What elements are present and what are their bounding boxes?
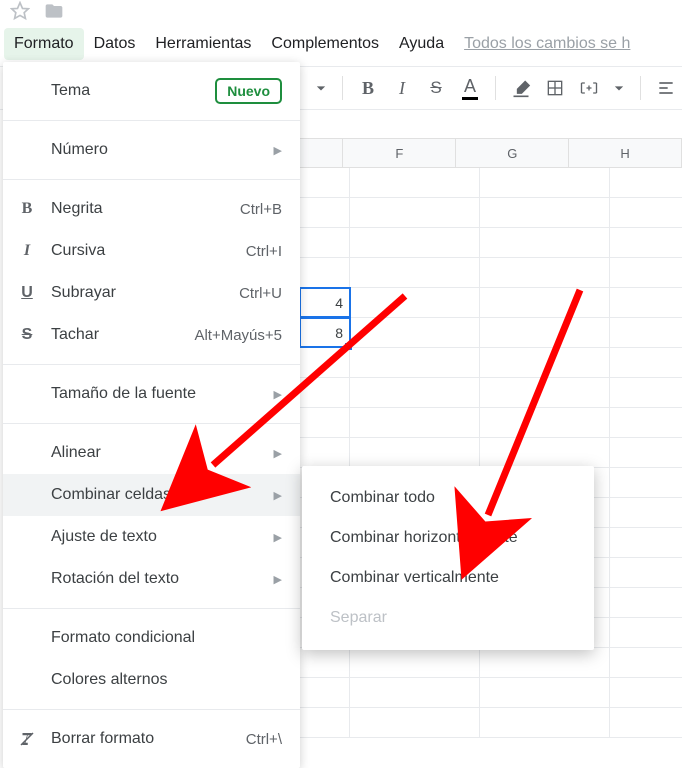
menu-item-label: Número (51, 141, 274, 159)
shortcut: Ctrl+\ (246, 731, 282, 748)
underline-icon: U (3, 284, 51, 302)
font-size-dropdown-caret[interactable] (310, 78, 332, 98)
menu-item-label: Rotación del texto (51, 570, 274, 588)
chevron-right-icon: ▶ (274, 447, 282, 460)
chevron-right-icon: ▶ (274, 388, 282, 401)
menu-rotacion-texto[interactable]: Rotación del texto ▶ (3, 558, 300, 600)
menu-item-label: Ajuste de texto (51, 528, 274, 546)
italic-icon: I (3, 242, 51, 260)
bold-icon: B (3, 200, 51, 218)
separator (342, 76, 343, 100)
menu-cursiva[interactable]: I Cursiva Ctrl+I (3, 230, 300, 272)
text-color-button[interactable]: A (455, 73, 485, 103)
new-badge: Nuevo (215, 78, 282, 104)
separator (640, 76, 641, 100)
merge-caret[interactable] (608, 78, 630, 98)
shortcut: Ctrl+U (239, 285, 282, 302)
menu-numero[interactable]: Número ▶ (3, 129, 300, 171)
menu-ayuda[interactable]: Ayuda (389, 28, 454, 60)
menu-item-label: Colores alternos (51, 671, 282, 689)
strikethrough-button[interactable]: S (421, 73, 451, 103)
menu-tema[interactable]: Tema Nuevo (3, 70, 300, 112)
menu-tam-fuente[interactable]: Tamaño de la fuente ▶ (3, 373, 300, 415)
submenu-separar: Separar (302, 598, 594, 638)
menu-complementos[interactable]: Complementos (261, 28, 389, 60)
shortcut: Ctrl+I (246, 243, 282, 260)
borders-button[interactable] (540, 73, 570, 103)
menu-alinear[interactable]: Alinear ▶ (3, 432, 300, 474)
column-header[interactable] (300, 139, 343, 167)
menu-item-label: Tema (51, 82, 215, 100)
menu-negrita[interactable]: B Negrita Ctrl+B (3, 188, 300, 230)
submenu-combinar-vertical[interactable]: Combinar verticalmente (302, 558, 594, 598)
selected-cell[interactable]: 4 (300, 288, 350, 317)
menu-datos[interactable]: Datos (84, 28, 146, 60)
clear-format-icon (3, 730, 51, 748)
column-header-f[interactable]: F (343, 139, 456, 167)
menu-tachar[interactable]: S Tachar Alt+Mayús+5 (3, 314, 300, 356)
menu-item-label: Borrar formato (51, 730, 246, 748)
menu-colores-alternos[interactable]: Colores alternos (3, 659, 300, 701)
separator (495, 76, 496, 100)
submenu-combinar-horizontal[interactable]: Combinar horizontalmente (302, 518, 594, 558)
menu-item-label: Subrayar (51, 284, 239, 302)
menu-item-label: Tachar (51, 326, 194, 344)
combine-submenu: Combinar todo Combinar horizontalmente C… (302, 466, 594, 650)
shortcut: Alt+Mayús+5 (194, 327, 282, 344)
menu-formato-condicional[interactable]: Formato condicional (3, 617, 300, 659)
menu-item-label: Alinear (51, 444, 274, 462)
merge-button[interactable] (574, 73, 604, 103)
italic-button[interactable]: I (387, 73, 417, 103)
fill-handle[interactable] (345, 343, 352, 350)
column-header-h[interactable]: H (569, 139, 682, 167)
menu-subrayar[interactable]: U Subrayar Ctrl+U (3, 272, 300, 314)
menu-formato[interactable]: Formato (4, 28, 84, 60)
format-menu: Tema Nuevo Número ▶ B Negrita Ctrl+B I C… (3, 62, 300, 768)
align-button[interactable] (651, 73, 681, 103)
menu-item-label: Combinar celdas (51, 486, 274, 504)
changes-saved-text[interactable]: Todos los cambios se h (464, 35, 630, 53)
menu-item-label: Negrita (51, 200, 240, 218)
strikethrough-icon: S (3, 326, 51, 344)
folder-icon[interactable] (44, 1, 64, 25)
bold-button[interactable]: B (353, 73, 383, 103)
fill-color-button[interactable] (506, 73, 536, 103)
chevron-right-icon: ▶ (274, 489, 282, 502)
chevron-right-icon: ▶ (274, 531, 282, 544)
menu-combinar-celdas[interactable]: Combinar celdas ▶ (3, 474, 300, 516)
chevron-right-icon: ▶ (274, 144, 282, 157)
title-icons (10, 0, 64, 26)
star-icon[interactable] (10, 1, 30, 25)
column-header-g[interactable]: G (456, 139, 569, 167)
menu-item-label: Formato condicional (51, 629, 282, 647)
menubar: Formato Datos Herramientas Complementos … (0, 26, 682, 62)
menu-item-label: Cursiva (51, 242, 246, 260)
shortcut: Ctrl+B (240, 201, 282, 218)
menu-item-label: Tamaño de la fuente (51, 385, 274, 403)
submenu-combinar-todo[interactable]: Combinar todo (302, 478, 594, 518)
column-headers: F G H (300, 138, 682, 168)
menu-borrar-formato[interactable]: Borrar formato Ctrl+\ (3, 718, 300, 760)
menu-herramientas[interactable]: Herramientas (145, 28, 261, 60)
menu-ajuste-texto[interactable]: Ajuste de texto ▶ (3, 516, 300, 558)
selected-cell[interactable]: 8 (300, 318, 350, 347)
chevron-right-icon: ▶ (274, 573, 282, 586)
